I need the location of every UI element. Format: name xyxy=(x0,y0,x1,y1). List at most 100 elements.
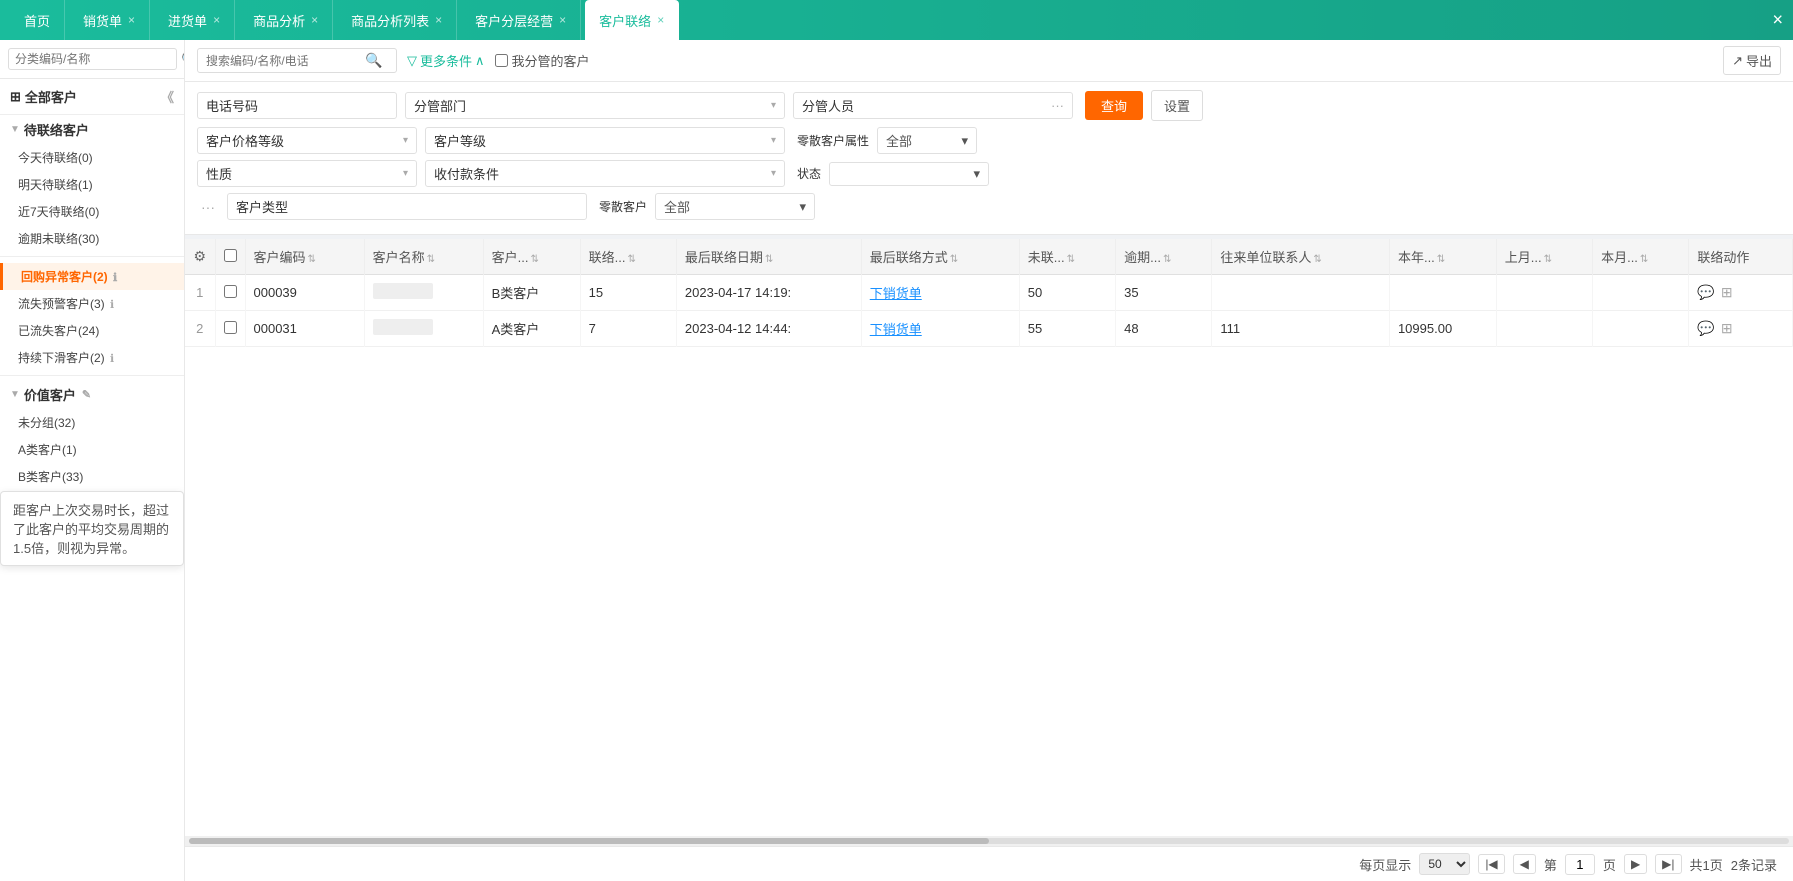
sort-icon-person[interactable]: ⇅ xyxy=(1313,254,1321,265)
col-settings[interactable]: ⚙ xyxy=(185,239,215,275)
edit-icon[interactable]: ✎ xyxy=(82,388,91,401)
sidebar-item-churn-warning[interactable]: 流失预警客户(3) ℹ xyxy=(0,290,184,317)
row-1-method-link[interactable]: 下销货单 xyxy=(870,286,922,301)
tab-sales-order[interactable]: 销货单 × xyxy=(69,0,150,40)
col-customer-code[interactable]: 客户编码⇅ xyxy=(245,239,364,275)
sort-icon-uncontacted[interactable]: ⇅ xyxy=(1067,254,1075,265)
sidebar-item-overdue[interactable]: 逾期未联络(30) xyxy=(0,225,184,252)
sort-icon-last-month[interactable]: ⇅ xyxy=(1544,254,1552,265)
horizontal-scrollbar[interactable] xyxy=(185,836,1793,846)
sort-icon-date[interactable]: ⇅ xyxy=(765,254,773,265)
col-last-month[interactable]: 上月...⇅ xyxy=(1496,239,1592,275)
first-page-button[interactable]: |◀ xyxy=(1478,854,1504,874)
tab-purchase-order-close[interactable]: × xyxy=(213,13,220,27)
prev-page-button[interactable]: ◀ xyxy=(1513,854,1536,874)
gear-icon[interactable]: ⚙ xyxy=(193,248,206,264)
sidebar-search-input[interactable] xyxy=(8,48,177,70)
col-last-contact-date[interactable]: 最后联络日期⇅ xyxy=(676,239,861,275)
sort-icon-name[interactable]: ⇅ xyxy=(427,254,435,265)
col-current-year[interactable]: 本年...⇅ xyxy=(1389,239,1496,275)
sidebar-item-declining[interactable]: 持续下滑客户(2) ℹ xyxy=(0,344,184,371)
retail-customer-dropdown[interactable]: 全部 ▾ xyxy=(655,193,815,220)
sort-icon-overdue[interactable]: ⇅ xyxy=(1163,254,1171,265)
sidebar-item-tomorrow[interactable]: 明天待联络(1) xyxy=(0,171,184,198)
select-all-checkbox[interactable] xyxy=(224,249,237,262)
tab-customer-contact-close[interactable]: × xyxy=(657,13,664,27)
row-1-chat-icon[interactable]: 💬 xyxy=(1697,284,1714,301)
info-icon-2: ℹ xyxy=(110,299,114,311)
pending-contact-group[interactable]: ▼ 待联络客户 xyxy=(0,115,184,144)
customer-type-filter[interactable]: 客户类型 xyxy=(227,193,587,220)
query-button[interactable]: 查询 xyxy=(1085,91,1143,120)
customer-grade-filter[interactable]: 客户等级 ▾ xyxy=(425,127,785,154)
col-customer-grade[interactable]: 客户...⇅ xyxy=(483,239,580,275)
collapse-icon[interactable]: 《 xyxy=(161,87,174,106)
more-dots[interactable]: ··· xyxy=(201,199,215,215)
tab-customer-segmentation-close[interactable]: × xyxy=(559,13,566,27)
phone-filter[interactable]: 电话号码 xyxy=(197,92,397,119)
advanced-filter: 电话号码 分管部门 ▾ 分管人员 ··· 查询 设置 客户价格等级 ▾ xyxy=(185,82,1793,235)
col-last-contact-method[interactable]: 最后联络方式⇅ xyxy=(861,239,1019,275)
sidebar-item-a-class[interactable]: A类客户(1) xyxy=(0,436,184,463)
main-search-input[interactable] xyxy=(206,54,361,68)
tab-product-analysis-close[interactable]: × xyxy=(311,13,318,27)
sidebar-item-repurchase-abnormal[interactable]: 回购异常客户(2) ℹ xyxy=(0,263,184,290)
sidebar-item-ungrouped[interactable]: 未分组(32) xyxy=(0,409,184,436)
col-contact-person[interactable]: 往来单位联系人⇅ xyxy=(1212,239,1390,275)
more-conditions-button[interactable]: ▽ 更多条件 ∧ xyxy=(407,51,485,70)
tab-customer-contact[interactable]: 客户联络 × xyxy=(585,0,679,40)
col-uncontacted[interactable]: 未联...⇅ xyxy=(1019,239,1115,275)
row-2-last-date: 2023-04-12 14:44: xyxy=(676,311,861,347)
status-dropdown-icon: ▾ xyxy=(973,166,980,182)
row-2-method-link[interactable]: 下销货单 xyxy=(870,322,922,337)
sidebar-divider xyxy=(0,256,184,257)
main-search-icon[interactable]: 🔍 xyxy=(365,52,382,69)
settings-button[interactable]: 设置 xyxy=(1151,90,1203,121)
manager-filter[interactable]: 分管人员 ··· xyxy=(793,92,1073,119)
my-customers-checkbox[interactable] xyxy=(495,54,508,67)
sidebar-item-churned[interactable]: 已流失客户(24) xyxy=(0,317,184,344)
sort-icon-grade[interactable]: ⇅ xyxy=(530,254,538,265)
tab-customer-segmentation[interactable]: 客户分层经营 × xyxy=(461,0,581,40)
retail-attr-dropdown[interactable]: 全部 ▾ xyxy=(877,127,977,154)
sidebar-item-b-class[interactable]: B类客户(33) xyxy=(0,463,184,490)
tab-sales-order-close[interactable]: × xyxy=(128,13,135,27)
row-checkbox-2 xyxy=(215,311,245,347)
sort-icon-method[interactable]: ⇅ xyxy=(950,254,958,265)
sort-icon-contact[interactable]: ⇅ xyxy=(627,254,635,265)
status-dropdown[interactable]: ▾ xyxy=(829,162,989,186)
next-page-button[interactable]: ▶ xyxy=(1624,854,1647,874)
dept-filter[interactable]: 分管部门 ▾ xyxy=(405,92,785,119)
tab-purchase-order[interactable]: 进货单 × xyxy=(154,0,235,40)
row-2-chat-icon[interactable]: 💬 xyxy=(1697,320,1714,337)
customer-price-grade-filter[interactable]: 客户价格等级 ▾ xyxy=(197,127,417,154)
window-close-button[interactable]: × xyxy=(1772,10,1783,31)
sort-icon-current-month[interactable]: ⇅ xyxy=(1640,254,1648,265)
page-number-input[interactable] xyxy=(1565,854,1595,875)
col-current-month[interactable]: 本月...⇅ xyxy=(1593,239,1689,275)
row-1-more-icon[interactable]: ⊞ xyxy=(1721,284,1733,301)
col-contact-count[interactable]: 联络...⇅ xyxy=(580,239,676,275)
tab-home[interactable]: 首页 xyxy=(10,0,65,40)
sidebar-item-today[interactable]: 今天待联络(0) xyxy=(0,144,184,171)
sidebar-item-7days[interactable]: 近7天待联络(0) xyxy=(0,198,184,225)
sort-icon-year[interactable]: ⇅ xyxy=(1437,254,1445,265)
col-action: 联络动作 xyxy=(1689,239,1793,275)
row-checkbox-1 xyxy=(215,275,245,311)
export-button[interactable]: ↗ 导出 xyxy=(1723,46,1781,75)
table-row: 1 000039 B类客户 15 2023-04-17 14:19: 下销货单 xyxy=(185,275,1793,311)
tab-product-analysis[interactable]: 商品分析 × xyxy=(239,0,333,40)
sort-icon-code[interactable]: ⇅ xyxy=(308,254,316,265)
last-page-button[interactable]: ▶| xyxy=(1655,854,1681,874)
tab-product-analysis-list-close[interactable]: × xyxy=(435,13,442,27)
tab-product-analysis-list[interactable]: 商品分析列表 × xyxy=(337,0,457,40)
gender-filter[interactable]: 性质 ▾ xyxy=(197,160,417,187)
row-2-more-icon[interactable]: ⊞ xyxy=(1721,320,1733,337)
page-size-select[interactable]: 50 100 200 xyxy=(1419,853,1470,875)
col-overdue[interactable]: 逾期...⇅ xyxy=(1116,239,1212,275)
payment-filter[interactable]: 收付款条件 ▾ xyxy=(425,160,785,187)
row-1-checkbox[interactable] xyxy=(224,285,237,298)
col-customer-name[interactable]: 客户名称⇅ xyxy=(364,239,483,275)
value-customers-group[interactable]: ▼ 价值客户 ✎ xyxy=(0,380,184,409)
row-2-checkbox[interactable] xyxy=(224,321,237,334)
